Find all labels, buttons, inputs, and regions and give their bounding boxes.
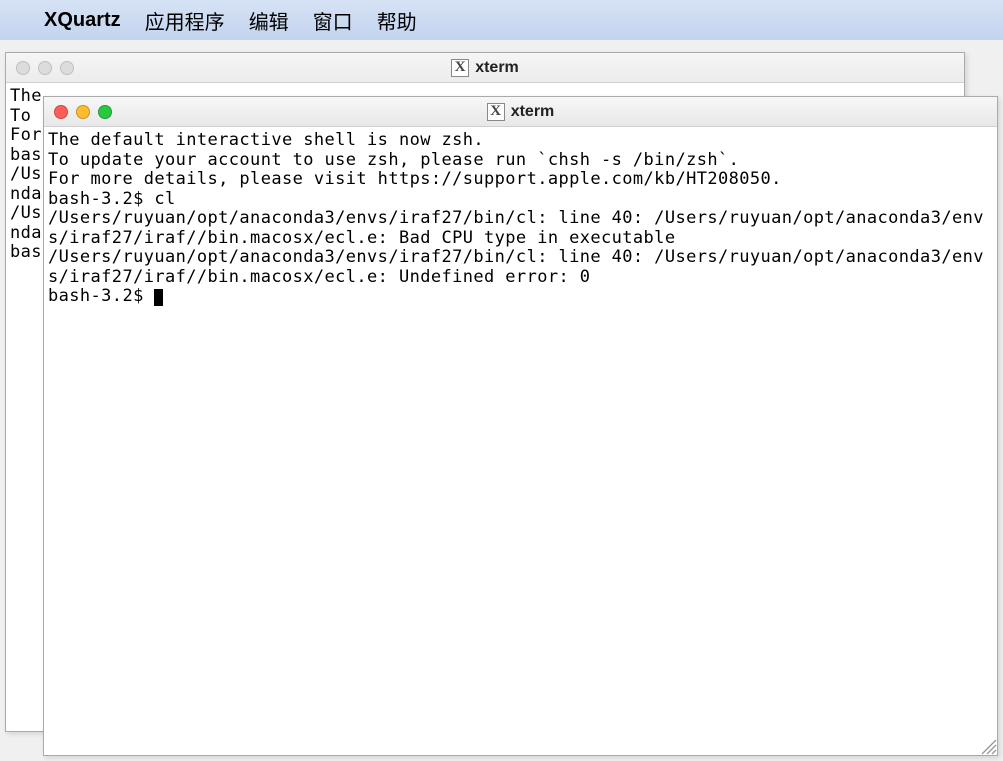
- terminal-line: To update your account to use zsh, pleas…: [48, 150, 739, 170]
- maximize-button-back[interactable]: [60, 61, 74, 75]
- menu-edit[interactable]: 编辑: [249, 6, 289, 35]
- terminal-line: bas: [10, 242, 42, 262]
- menu-window[interactable]: 窗口: [313, 6, 353, 35]
- xorg-icon: X: [451, 59, 469, 77]
- xorg-icon: X: [487, 103, 505, 121]
- resize-handle-icon[interactable]: [977, 735, 997, 755]
- terminal-line: /Users/ruyuan/opt/anaconda3/envs/iraf27/…: [48, 247, 984, 287]
- titlebar-front[interactable]: X xterm: [44, 97, 997, 127]
- terminal-line: bas: [10, 145, 42, 165]
- terminal-line: /Us: [10, 203, 42, 223]
- terminal-line: /Us: [10, 164, 42, 184]
- terminal-line: The default interactive shell is now zsh…: [48, 130, 484, 150]
- terminal-line: /Users/ruyuan/opt/anaconda3/envs/iraf27/…: [48, 208, 984, 248]
- menu-help[interactable]: 帮助: [377, 6, 417, 35]
- terminal-line: The: [10, 86, 42, 106]
- window-title-front: X xterm: [44, 103, 997, 121]
- terminal-line: bash-3.2$: [48, 286, 154, 306]
- minimize-button-back[interactable]: [38, 61, 52, 75]
- terminal-line: To: [10, 106, 42, 126]
- maximize-button[interactable]: [98, 105, 112, 119]
- terminal-line: For more details, please visit https://s…: [48, 169, 782, 189]
- menubar-app-name[interactable]: XQuartz: [44, 9, 121, 32]
- xterm-window-front[interactable]: X xterm The default interactive shell is…: [43, 96, 998, 756]
- window-title-front-text: xterm: [511, 103, 555, 121]
- terminal-cursor: [154, 289, 163, 306]
- close-button-back[interactable]: [16, 61, 30, 75]
- menu-applications[interactable]: 应用程序: [145, 6, 225, 35]
- window-title-back: X xterm: [6, 59, 964, 77]
- window-title-back-text: xterm: [475, 59, 519, 77]
- terminal-body-front[interactable]: The default interactive shell is now zsh…: [44, 127, 997, 755]
- titlebar-back[interactable]: X xterm: [6, 53, 964, 83]
- menubar: XQuartz 应用程序 编辑 窗口 帮助: [0, 0, 1003, 40]
- minimize-button[interactable]: [76, 105, 90, 119]
- terminal-line: For: [10, 125, 42, 145]
- terminal-line: bash-3.2$ cl: [48, 189, 176, 209]
- terminal-line: nda: [10, 223, 42, 243]
- terminal-line: nda: [10, 184, 42, 204]
- close-button[interactable]: [54, 105, 68, 119]
